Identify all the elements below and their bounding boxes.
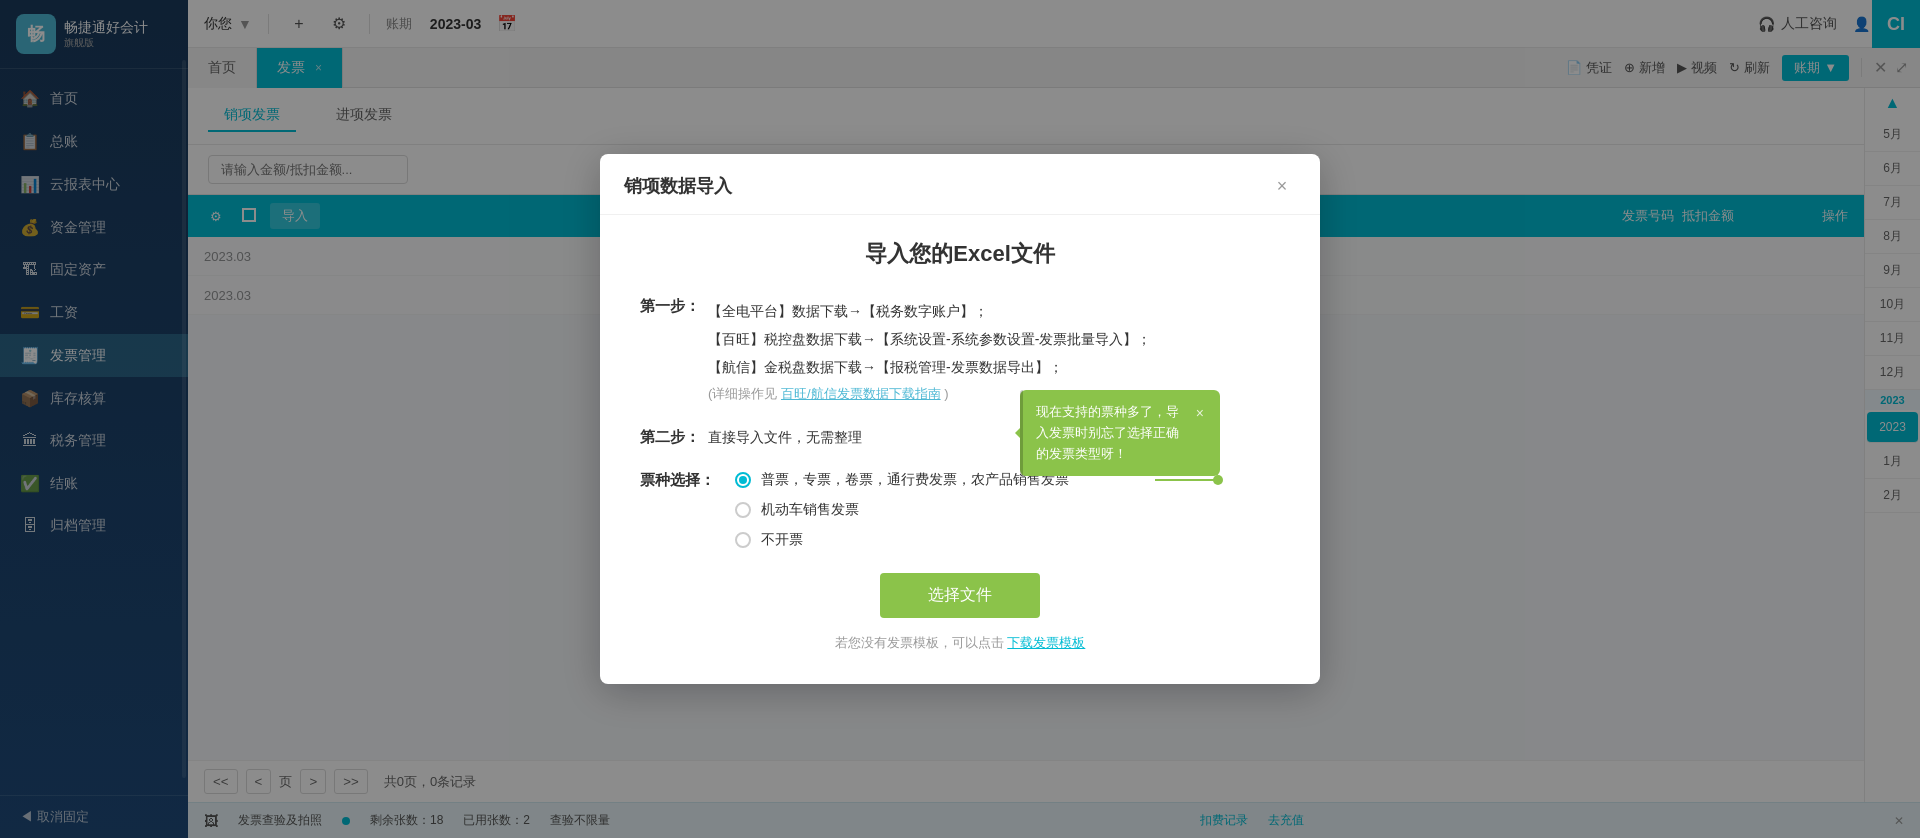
step2-content: 直接导入文件，无需整理: [708, 423, 862, 451]
radio-group: 普票，专票，卷票，通行费发票，农产品销售发票 机动车销售发票 不开票: [735, 471, 1069, 549]
download-template-link[interactable]: 下载发票模板: [1007, 635, 1085, 650]
connector-line: [1155, 479, 1215, 481]
ticket-label: 票种选择：: [640, 471, 715, 490]
step1-block: 第一步： 【全电平台】数据下载→【税务数字账户】； 【百旺】税控盘数据下载→【系…: [640, 297, 1280, 403]
tooltip-close-btn[interactable]: ×: [1196, 402, 1204, 424]
ticket-select-block: 票种选择： 普票，专票，卷票，通行费发票，农产品销售发票: [640, 471, 1280, 549]
step2-label: 第二步：: [640, 428, 700, 447]
step1-line2: 【百旺】税控盘数据下载→【系统设置-系统参数设置-发票批量导入】；: [708, 325, 1151, 353]
modal-subtitle: 导入您的Excel文件: [640, 239, 1280, 269]
radio-option-2[interactable]: 机动车销售发票: [735, 501, 1069, 519]
modal-title: 销项数据导入: [624, 174, 732, 198]
step1-line3: 【航信】金税盘数据下载→【报税管理-发票数据导出】；: [708, 353, 1151, 381]
tooltip-bubble: × 现在支持的票种多了，导入发票时别忘了选择正确的发票类型呀！: [1020, 390, 1220, 476]
radio-option-1[interactable]: 普票，专票，卷票，通行费发票，农产品销售发票: [735, 471, 1069, 489]
modal-close-btn[interactable]: ×: [1268, 172, 1296, 200]
radio-circle-3: [735, 532, 751, 548]
connector-dot: [1213, 475, 1223, 485]
radio-option-3[interactable]: 不开票: [735, 531, 1069, 549]
radio-dot-1: [739, 476, 747, 484]
radio-circle-1: [735, 472, 751, 488]
radio-circle-2: [735, 502, 751, 518]
modal-footer-note: 若您没有发票模板，可以点击 下载发票模板: [640, 634, 1280, 652]
select-file-btn[interactable]: 选择文件: [880, 573, 1040, 618]
step1-label: 第一步：: [640, 297, 700, 316]
modal-header: 销项数据导入 ×: [600, 154, 1320, 215]
step1-line1: 【全电平台】数据下载→【税务数字账户】；: [708, 297, 1151, 325]
step1-guide-link[interactable]: 百旺/航信发票数据下载指南: [781, 386, 941, 401]
tooltip-bar: [1020, 390, 1023, 476]
